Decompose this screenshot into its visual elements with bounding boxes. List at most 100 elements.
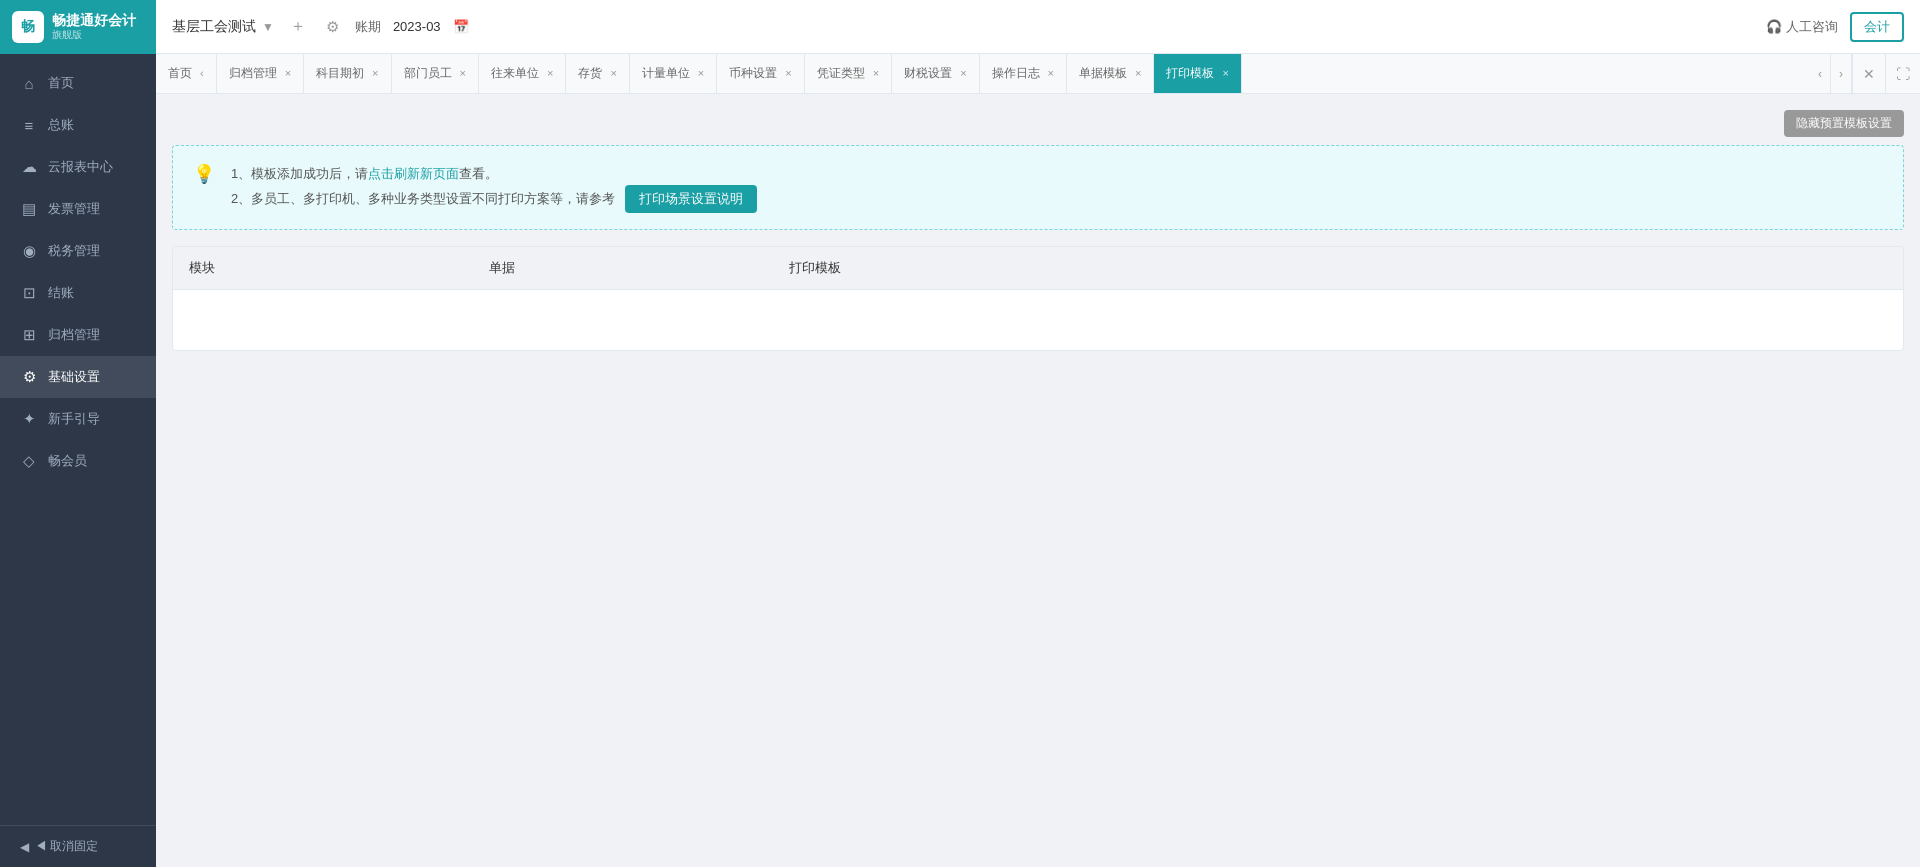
sidebar-item-guide[interactable]: ✦ 新手引导	[0, 398, 156, 440]
sidebar-item-member[interactable]: ◇ 畅会员	[0, 440, 156, 482]
tab-inventory-close[interactable]: ×	[610, 68, 616, 79]
guide-icon: ✦	[20, 410, 38, 428]
tab-close-all-btn[interactable]: ✕	[1852, 54, 1885, 93]
period-label: 账期	[355, 18, 381, 36]
ledger-icon: ≡	[20, 117, 38, 134]
sidebar-item-reports[interactable]: ☁ 云报表中心	[0, 146, 156, 188]
settings-icon: ⚙	[20, 368, 38, 386]
print-scene-btn[interactable]: 打印场景设置说明	[625, 185, 757, 213]
page-content: 隐藏预置模板设置 💡 1、模板添加成功后，请点击刷新新页面查看。 2、多员工、多…	[156, 94, 1920, 867]
sidebar-item-member-label: 畅会员	[48, 452, 87, 470]
header-right: 🎧 人工咨询 会计	[1766, 12, 1904, 42]
add-tab-btn[interactable]: ＋	[286, 12, 310, 41]
hide-template-btn[interactable]: 隐藏预置模板设置	[1784, 110, 1904, 137]
unpin-icon: ◀	[20, 840, 29, 854]
tab-print-template-label: 打印模板	[1166, 65, 1214, 82]
close-accounts-icon: ⊡	[20, 284, 38, 302]
sidebar-item-archive[interactable]: ⊞ 归档管理	[0, 314, 156, 356]
tab-voucher-type-close[interactable]: ×	[873, 68, 879, 79]
info-line-1: 1、模板添加成功后，请点击刷新新页面查看。	[231, 162, 1883, 185]
account-label: 会计	[1864, 19, 1890, 34]
tab-partner-label: 往来单位	[491, 65, 539, 82]
info-line-2: 2、多员工、多打印机、多种业务类型设置不同打印方案等，请参考 打印场景设置说明	[231, 185, 1883, 213]
sidebar-nav: ⌂ 首页 ≡ 总账 ☁ 云报表中心 ▤ 发票管理 ◉ 税务管理 ⊡ 结账 ⊞ 归…	[0, 54, 156, 825]
sidebar-item-invoice-label: 发票管理	[48, 200, 100, 218]
sidebar-item-settings[interactable]: ⚙ 基础设置	[0, 356, 156, 398]
col-document: 单据	[473, 247, 773, 289]
col-module: 模块	[173, 247, 473, 289]
company-selector[interactable]: 基层工会测试 ▼	[172, 18, 274, 36]
sidebar-item-reports-label: 云报表中心	[48, 158, 113, 176]
tab-single-template[interactable]: 单据模板 ×	[1067, 54, 1154, 93]
sidebar-item-close-label: 结账	[48, 284, 74, 302]
tab-unit-close[interactable]: ×	[698, 68, 704, 79]
tab-voucher-type[interactable]: 凭证类型 ×	[805, 54, 892, 93]
tab-single-template-label: 单据模板	[1079, 65, 1127, 82]
tab-partner-close[interactable]: ×	[547, 68, 553, 79]
tab-expand-btn[interactable]: ⛶	[1885, 54, 1920, 93]
lightbulb-icon: 💡	[193, 163, 215, 185]
tab-home[interactable]: 首页 ‹	[156, 54, 217, 93]
unpin-sidebar-btn[interactable]: ◀ ◀ 取消固定	[0, 825, 156, 867]
sidebar-item-settings-label: 基础设置	[48, 368, 100, 386]
tab-currency-close[interactable]: ×	[785, 68, 791, 79]
sidebar-item-ledger[interactable]: ≡ 总账	[0, 104, 156, 146]
tab-operation-log[interactable]: 操作日志 ×	[980, 54, 1067, 93]
info-text: 1、模板添加成功后，请点击刷新新页面查看。 2、多员工、多打印机、多种业务类型设…	[231, 162, 1883, 213]
account-type-btn[interactable]: 会计	[1850, 12, 1904, 42]
sidebar-item-tax[interactable]: ◉ 税务管理	[0, 230, 156, 272]
tab-voucher-type-label: 凭证类型	[817, 65, 865, 82]
sidebar: 畅 畅捷通好会计 旗舰版 ⌂ 首页 ≡ 总账 ☁ 云报表中心 ▤ 发票管理 ◉ …	[0, 0, 156, 867]
tab-archive-close[interactable]: ×	[285, 68, 291, 79]
company-name: 基层工会测试	[172, 18, 256, 36]
logo-area: 畅 畅捷通好会计 旗舰版	[0, 0, 156, 54]
sidebar-item-close[interactable]: ⊡ 结账	[0, 272, 156, 314]
tab-unit[interactable]: 计量单位 ×	[630, 54, 717, 93]
tab-partner[interactable]: 往来单位 ×	[479, 54, 566, 93]
tab-tax-settings-close[interactable]: ×	[960, 68, 966, 79]
tab-department[interactable]: 部门员工 ×	[392, 54, 479, 93]
headset-icon: 🎧	[1766, 19, 1782, 34]
main-area: 基层工会测试 ▼ ＋ ⚙ 账期 2023-03 📅 🎧 人工咨询 会计 首页 ‹…	[156, 0, 1920, 867]
tab-home-label: 首页	[168, 65, 192, 82]
tab-archive[interactable]: 归档管理 ×	[217, 54, 304, 93]
template-settings-wrapper: 隐藏预置模板设置	[172, 110, 1904, 137]
human-service-btn[interactable]: 🎧 人工咨询	[1766, 18, 1838, 36]
member-icon: ◇	[20, 452, 38, 470]
tab-next-btn[interactable]: ›	[1831, 54, 1852, 93]
tab-print-template[interactable]: 打印模板 ×	[1154, 54, 1241, 93]
tab-prev-btn[interactable]: ‹	[1810, 54, 1831, 93]
sidebar-item-tax-label: 税务管理	[48, 242, 100, 260]
tax-icon: ◉	[20, 242, 38, 260]
logo-text: 畅捷通好会计 旗舰版	[52, 12, 136, 43]
calendar-icon[interactable]: 📅	[453, 19, 469, 34]
tab-operation-log-close[interactable]: ×	[1048, 68, 1054, 79]
tab-department-label: 部门员工	[404, 65, 452, 82]
tab-inventory[interactable]: 存货 ×	[566, 54, 629, 93]
top-header: 基层工会测试 ▼ ＋ ⚙ 账期 2023-03 📅 🎧 人工咨询 会计	[156, 0, 1920, 54]
tab-operation-log-label: 操作日志	[992, 65, 1040, 82]
tab-print-template-close[interactable]: ×	[1222, 68, 1228, 79]
tab-archive-label: 归档管理	[229, 65, 277, 82]
sidebar-item-home[interactable]: ⌂ 首页	[0, 62, 156, 104]
tab-tax-settings[interactable]: 财税设置 ×	[892, 54, 979, 93]
sidebar-item-invoice[interactable]: ▤ 发票管理	[0, 188, 156, 230]
tab-subject-close[interactable]: ×	[372, 68, 378, 79]
refresh-link[interactable]: 点击刷新新页面	[368, 166, 459, 181]
tab-currency[interactable]: 币种设置 ×	[717, 54, 804, 93]
tab-currency-label: 币种设置	[729, 65, 777, 82]
unpin-label: ◀ 取消固定	[35, 838, 98, 855]
tab-subject[interactable]: 科目期初 ×	[304, 54, 391, 93]
col-print-template: 打印模板	[773, 247, 1903, 289]
tab-department-close[interactable]: ×	[460, 68, 466, 79]
logo-icon: 畅	[12, 11, 44, 43]
data-table: 模块 单据 打印模板	[172, 246, 1904, 351]
reports-icon: ☁	[20, 158, 38, 176]
settings-gear-icon[interactable]: ⚙	[322, 14, 343, 40]
tab-extra-buttons: ‹ › ✕ ⛶	[1810, 54, 1920, 93]
sidebar-item-home-label: 首页	[48, 74, 74, 92]
tab-unit-label: 计量单位	[642, 65, 690, 82]
tab-single-template-close[interactable]: ×	[1135, 68, 1141, 79]
archive-icon: ⊞	[20, 326, 38, 344]
sidebar-item-ledger-label: 总账	[48, 116, 74, 134]
